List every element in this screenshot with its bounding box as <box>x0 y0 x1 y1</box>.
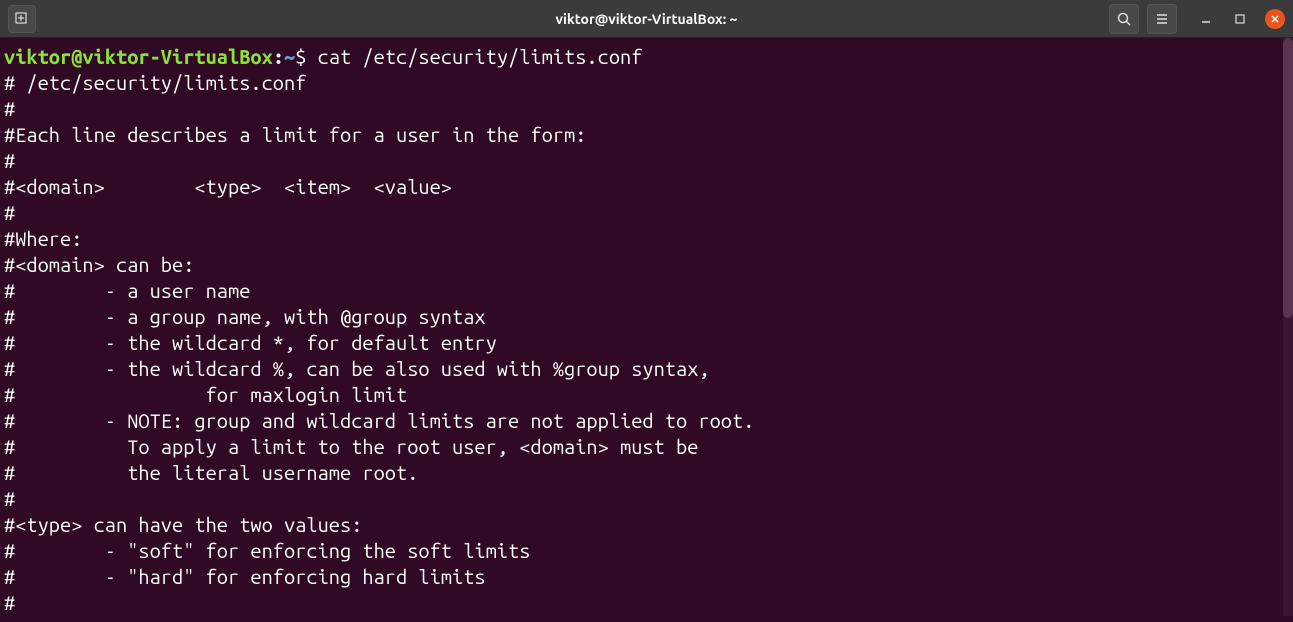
scrollbar-thumb[interactable] <box>1283 38 1293 318</box>
output-line: # the literal username root. <box>4 460 1289 486</box>
maximize-icon <box>1234 13 1246 25</box>
output-line: # - the wildcard %, can be also used wit… <box>4 356 1289 382</box>
output-line: # - a group name, with @group syntax <box>4 304 1289 330</box>
output-line: # <box>4 96 1289 122</box>
output-line: #Where: <box>4 226 1289 252</box>
window-titlebar: viktor@viktor-VirtualBox: ~ <box>0 0 1293 38</box>
minimize-button[interactable] <box>1197 10 1215 28</box>
close-icon <box>1270 14 1280 24</box>
output-line: # - NOTE: group and wildcard limits are … <box>4 408 1289 434</box>
minimize-icon <box>1200 13 1212 25</box>
prompt-user-host: viktor@viktor-VirtualBox <box>4 45 273 68</box>
output-line: # <box>4 486 1289 512</box>
hamburger-icon <box>1154 11 1170 27</box>
new-tab-button[interactable] <box>8 5 36 33</box>
window-controls <box>1197 9 1285 29</box>
output-line: # - "soft" for enforcing the soft limits <box>4 538 1289 564</box>
output-line: # /etc/security/limits.conf <box>4 70 1289 96</box>
close-button[interactable] <box>1265 9 1285 29</box>
output-line: # - the wildcard *, for default entry <box>4 330 1289 356</box>
output-line: #<type> can have the two values: <box>4 512 1289 538</box>
output-line: #<domain> can be: <box>4 252 1289 278</box>
new-tab-icon <box>14 11 30 27</box>
prompt-symbol: $ <box>295 45 306 68</box>
menu-button[interactable] <box>1147 4 1177 34</box>
prompt-path: ~ <box>284 45 295 68</box>
output-line: #<domain> <type> <item> <value> <box>4 174 1289 200</box>
output-container: # /etc/security/limits.conf##Each line d… <box>4 70 1289 616</box>
search-icon <box>1116 11 1132 27</box>
search-button[interactable] <box>1109 4 1139 34</box>
command-text <box>306 45 317 68</box>
output-line: # - "hard" for enforcing hard limits <box>4 564 1289 590</box>
output-line: #Each line describes a limit for a user … <box>4 122 1289 148</box>
maximize-button[interactable] <box>1231 10 1249 28</box>
output-line: # <box>4 148 1289 174</box>
command-input: cat /etc/security/limits.conf <box>318 45 643 68</box>
prompt-separator: : <box>273 45 284 68</box>
vertical-scrollbar[interactable] <box>1283 38 1293 616</box>
output-line: # <box>4 200 1289 226</box>
output-line: # <box>4 590 1289 616</box>
titlebar-right-section <box>1109 4 1285 34</box>
titlebar-left-section <box>8 5 36 33</box>
output-line: # - a user name <box>4 278 1289 304</box>
terminal-output-area[interactable]: viktor@viktor-VirtualBox:~$ cat /etc/sec… <box>0 38 1293 622</box>
output-line: # for maxlogin limit <box>4 382 1289 408</box>
output-line: # To apply a limit to the root user, <do… <box>4 434 1289 460</box>
window-title: viktor@viktor-VirtualBox: ~ <box>556 11 738 27</box>
